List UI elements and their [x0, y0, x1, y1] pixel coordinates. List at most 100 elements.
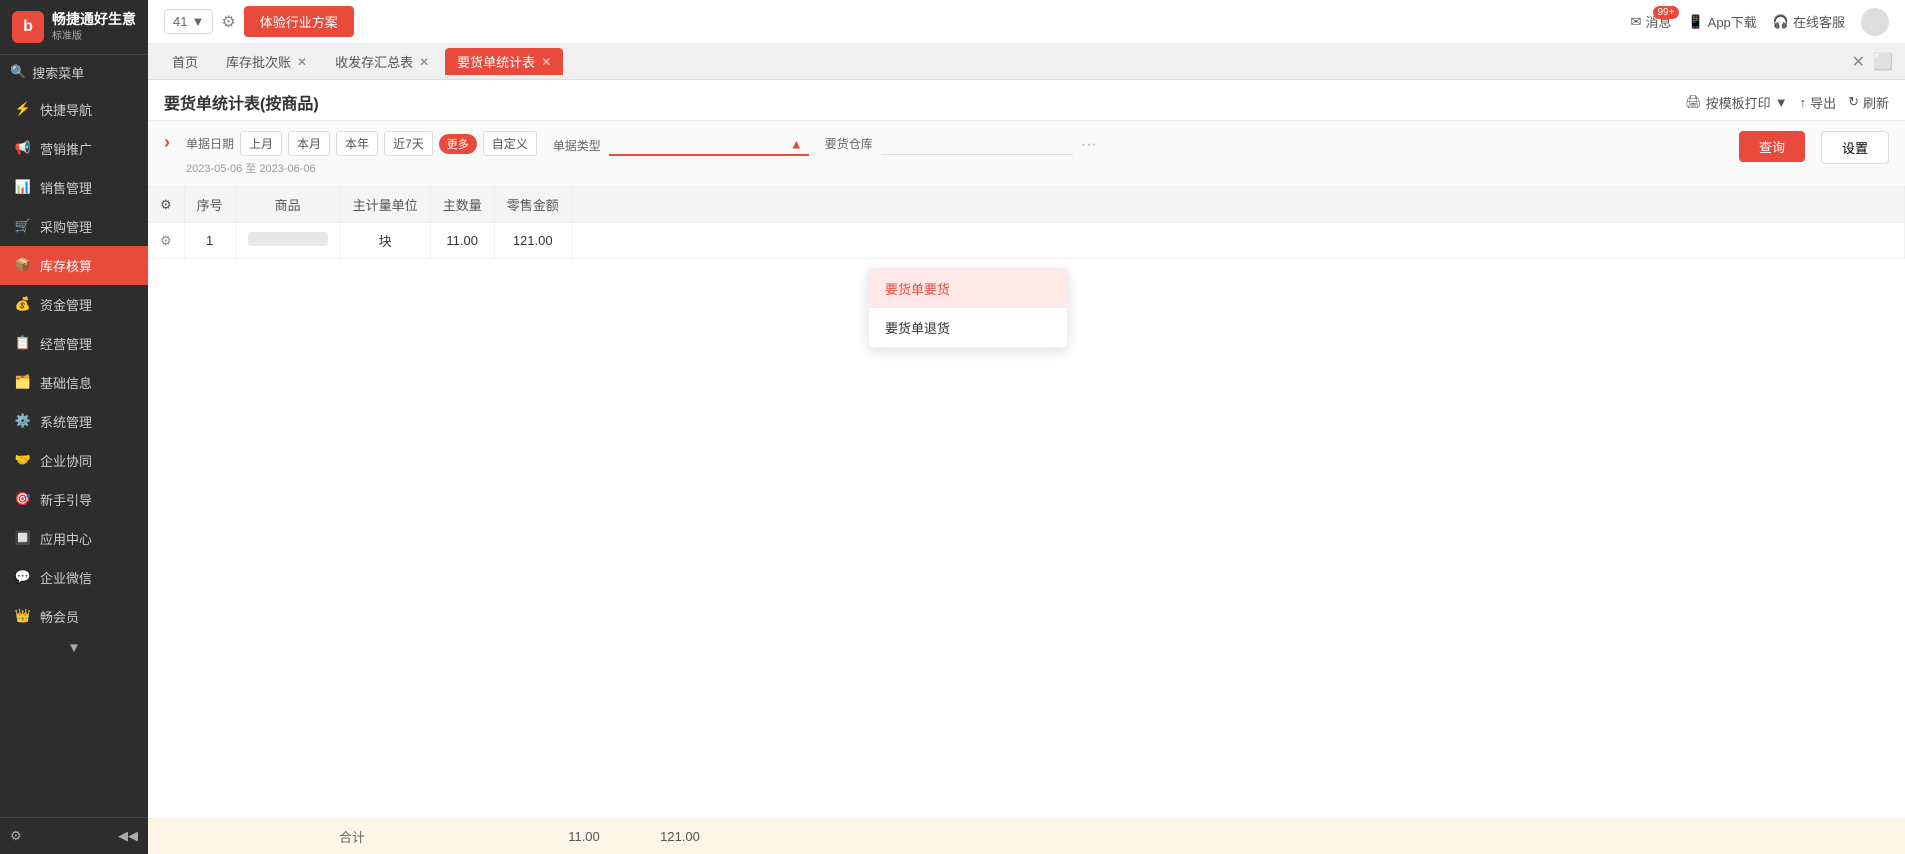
warehouse-more-icon[interactable]: ···	[1081, 132, 1097, 154]
sidebar-item-finance[interactable]: 💰资金管理	[0, 285, 148, 324]
tab-order-stats[interactable]: 要货单统计表✕	[445, 48, 563, 75]
dropdown-item-1[interactable]: 要货单退货	[869, 308, 1067, 347]
sidebar-icon-basic: 🗂️	[14, 374, 32, 390]
page-header: 要货单统计表(按商品) 🖨 按模板打印 ▼ ↑ 导出 ↻ 刷新	[148, 80, 1905, 121]
query-btn[interactable]: 查询	[1739, 131, 1805, 162]
footer-quantity: 11.00	[544, 829, 624, 844]
tab-close-inventory-batch[interactable]: ✕	[297, 55, 307, 69]
tab-receivable-summary[interactable]: 收发存汇总表✕	[323, 48, 441, 75]
print-icon: 🖨	[1685, 94, 1702, 110]
col-extra	[571, 187, 1904, 223]
sidebar-icon-vip: 👑	[14, 608, 32, 624]
trial-btn[interactable]: 体验行业方案	[244, 6, 354, 37]
type-select-input[interactable]	[609, 131, 809, 156]
tab-close-receivable-summary[interactable]: ✕	[419, 55, 429, 69]
tab-inventory-batch[interactable]: 库存批次账✕	[214, 48, 319, 75]
sidebar-item-inventory[interactable]: 📦库存核算	[0, 246, 148, 285]
sidebar-icon-inventory: 📦	[14, 257, 32, 273]
row-seq-0: 1	[184, 223, 235, 259]
tab-home[interactable]: 首页	[160, 48, 210, 75]
sidebar-scroll-down[interactable]: ▼	[0, 636, 148, 659]
tab-close-order-stats[interactable]: ✕	[541, 55, 551, 69]
sidebar-item-guide[interactable]: 🎯新手引导	[0, 480, 148, 519]
app-logo: b 畅捷通好生意 标准版	[0, 0, 148, 55]
sidebar-item-enterprise[interactable]: 🤝企业协同	[0, 441, 148, 480]
filter-settings-btn[interactable]: 设置	[1821, 131, 1889, 164]
logo-text: 畅捷通好生意 标准版	[52, 10, 136, 44]
message-icon: ✉	[1631, 14, 1642, 30]
table-footer: 合计 11.00 121.00	[148, 818, 1905, 854]
row-product-0	[235, 223, 340, 259]
sidebar-search[interactable]: 🔍 搜索菜单	[0, 55, 148, 90]
collapse-btn[interactable]: ◀◀	[118, 828, 138, 844]
type-filter-group: 单据类型 ▲	[553, 131, 809, 156]
refresh-icon: ↻	[1848, 94, 1859, 110]
company-selector[interactable]: 41 ▼	[164, 9, 213, 34]
refresh-btn[interactable]: ↻ 刷新	[1848, 93, 1889, 112]
date-more-btn[interactable]: 更多	[439, 134, 477, 154]
settings-icon[interactable]: ⚙	[10, 828, 22, 844]
page-actions: 🖨 按模板打印 ▼ ↑ 导出 ↻ 刷新	[1685, 93, 1889, 112]
date-7days-btn[interactable]: 近7天	[384, 131, 433, 156]
page-title: 要货单统计表(按商品)	[164, 90, 319, 114]
footer-amount: 121.00	[640, 829, 720, 844]
sidebar-item-purchase[interactable]: 🛒采购管理	[0, 207, 148, 246]
table-row: ⚙ 1 块 11.00 121.00	[148, 223, 1905, 259]
col-amount: 零售金额	[494, 187, 571, 223]
date-this-year-btn[interactable]: 本年	[336, 131, 378, 156]
main-content: 41 ▼ ⚙ 体验行业方案 ✉ 消息 99+ 📱 App下载 🎧 在线客服	[148, 0, 1905, 854]
date-filter-group: 单据日期 上月 本月 本年 近7天 更多 自定义 2023-05-06 至 20…	[186, 131, 537, 176]
maximize-icon[interactable]: ⬜	[1873, 52, 1893, 72]
date-prev-month-btn[interactable]: 上月	[240, 131, 282, 156]
sidebar-item-basic[interactable]: 🗂️基础信息	[0, 363, 148, 402]
warehouse-filter-group: 要货仓库 ···	[825, 131, 1097, 155]
service-icon: 🎧	[1773, 14, 1789, 30]
sidebar-item-wechat[interactable]: 💬企业微信	[0, 558, 148, 597]
warehouse-input[interactable]	[881, 131, 1073, 155]
topbar-gear-icon[interactable]: ⚙	[221, 12, 235, 32]
sidebar-item-system[interactable]: ⚙️系统管理	[0, 402, 148, 441]
search-icon: 🔍	[10, 64, 26, 80]
sidebar-item-app-center[interactable]: 🔲应用中心	[0, 519, 148, 558]
row-quantity-0: 11.00	[430, 223, 494, 259]
filter-expand-btn[interactable]: ›	[164, 133, 170, 151]
sidebar-icon-guide: 🎯	[14, 491, 32, 507]
sidebar-icon-quick-nav: ⚡	[14, 101, 32, 117]
online-service-btn[interactable]: 🎧 在线客服	[1773, 12, 1845, 31]
row-gear-0[interactable]: ⚙	[148, 223, 184, 259]
sidebar-bottom: ⚙ ◀◀	[0, 817, 148, 854]
sidebar-item-sales[interactable]: 📊销售管理	[0, 168, 148, 207]
window-controls: ✕ ⬜	[1852, 52, 1893, 72]
logo-icon: b	[12, 11, 44, 43]
footer-label: 合计	[292, 827, 412, 846]
sidebar-item-vip[interactable]: 👑畅会员	[0, 597, 148, 636]
col-product: 商品	[235, 187, 340, 223]
sidebar-item-quick-nav[interactable]: ⚡快捷导航	[0, 90, 148, 129]
tabs-bar: 首页库存批次账✕收发存汇总表✕要货单统计表✕ ✕ ⬜	[148, 44, 1905, 80]
sidebar-icon-marketing: 📢	[14, 140, 32, 156]
messages-btn[interactable]: ✉ 消息 99+	[1631, 12, 1672, 31]
sidebar-icon-operation: 📋	[14, 335, 32, 351]
col-gear[interactable]: ⚙	[148, 187, 184, 223]
sidebar-item-marketing[interactable]: 📢营销推广	[0, 129, 148, 168]
date-buttons: 单据日期 上月 本月 本年 近7天 更多 自定义	[186, 131, 537, 156]
dropdown-item-0[interactable]: 要货单要货	[869, 269, 1067, 308]
content-area: 要货单统计表(按商品) 🖨 按模板打印 ▼ ↑ 导出 ↻ 刷新 ›	[148, 80, 1905, 854]
date-this-month-btn[interactable]: 本月	[288, 131, 330, 156]
app-download-btn[interactable]: 📱 App下载	[1687, 12, 1756, 31]
close-window-icon[interactable]: ✕	[1852, 52, 1865, 72]
sidebar-item-operation[interactable]: 📋经营管理	[0, 324, 148, 363]
date-custom-btn[interactable]: 自定义	[483, 131, 537, 156]
download-icon: 📱	[1687, 14, 1703, 30]
print-chevron-icon: ▼	[1775, 95, 1788, 110]
topbar: 41 ▼ ⚙ 体验行业方案 ✉ 消息 99+ 📱 App下载 🎧 在线客服	[148, 0, 1905, 44]
sidebar-icon-app-center: 🔲	[14, 530, 32, 546]
type-dropdown: 要货单要货 要货单退货	[868, 268, 1068, 348]
sidebar-icon-sales: 📊	[14, 179, 32, 195]
print-template-btn[interactable]: 🖨 按模板打印 ▼	[1685, 93, 1787, 112]
date-range-display: 2023-05-06 至 2023-06-06	[186, 160, 537, 176]
user-avatar[interactable]	[1861, 8, 1889, 36]
data-table: ⚙ 序号 商品 主计量单位 主数量 零售金额 ⚙ 1 块 11.00 121.0…	[148, 187, 1905, 259]
filter-bar: › 单据日期 上月 本月 本年 近7天 更多 自定义 2023-05-06 至 …	[148, 121, 1905, 187]
export-btn[interactable]: ↑ 导出	[1800, 93, 1837, 112]
